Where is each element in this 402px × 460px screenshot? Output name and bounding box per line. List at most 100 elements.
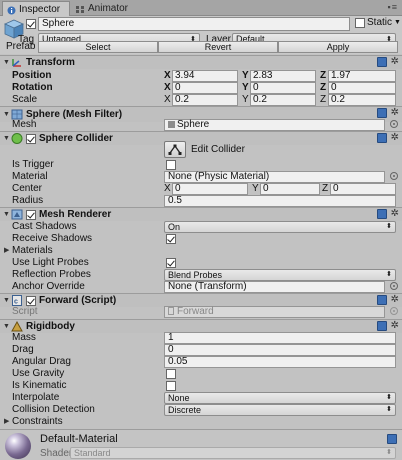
rigidbody-header[interactable]: ▼ Rigidbody ✲: [0, 319, 402, 333]
collision-detection-dropdown[interactable]: Discrete ⬍: [164, 404, 396, 416]
rotation-z-field[interactable]: 0: [328, 82, 396, 94]
material-panel: Default-Material Shader Standard ⬍: [0, 429, 402, 460]
scale-z-field[interactable]: 0.2: [328, 94, 396, 106]
name-field[interactable]: Sphere: [38, 17, 350, 31]
receive-shadows-checkbox[interactable]: [166, 234, 176, 244]
axis-z-label[interactable]: Z: [320, 70, 326, 82]
radius-field[interactable]: 0.5: [164, 195, 396, 207]
axis-y-label[interactable]: Y: [242, 82, 249, 94]
axis-x-label[interactable]: X: [164, 94, 171, 106]
script-header[interactable]: ▼ c Forward (Script) ✲: [0, 293, 402, 307]
edit-collider-button[interactable]: [164, 141, 186, 158]
anchor-override-field[interactable]: None (Transform): [164, 281, 385, 293]
script-enabled-checkbox[interactable]: [26, 295, 36, 306]
chevron-down-icon: ⬍: [386, 406, 392, 413]
fold-right-icon[interactable]: ▶: [4, 245, 12, 257]
object-picker-icon[interactable]: [390, 282, 398, 290]
angular-drag-field[interactable]: 0.05: [164, 356, 396, 368]
position-y-field[interactable]: 2.83: [250, 70, 316, 82]
position-x-field[interactable]: 3.94: [172, 70, 238, 82]
rigidbody-title: Rigidbody: [26, 321, 75, 332]
fold-arrow-icon[interactable]: ▼: [3, 297, 11, 304]
gear-icon[interactable]: ✲: [391, 321, 399, 331]
prefab-apply-button[interactable]: Apply: [278, 41, 398, 53]
mesh-field[interactable]: Sphere: [164, 119, 385, 131]
use-light-probes-checkbox[interactable]: [166, 258, 176, 268]
help-book-icon[interactable]: [376, 321, 387, 331]
rotation-y-field[interactable]: 0: [250, 82, 316, 94]
reflection-probes-value: Blend Probes: [168, 270, 223, 280]
drag-label: Drag: [12, 344, 34, 355]
fold-arrow-icon[interactable]: ▼: [3, 111, 11, 118]
gear-icon[interactable]: ✲: [391, 108, 399, 118]
position-row: Position X 3.94 Y 2.83 Z 1.97: [0, 70, 402, 82]
rotation-x-field[interactable]: 0: [172, 82, 238, 94]
use-gravity-checkbox[interactable]: [166, 369, 176, 379]
center-y-field[interactable]: 0: [260, 183, 320, 195]
angular-drag-label: Angular Drag: [12, 356, 71, 367]
gear-icon[interactable]: ✲: [391, 57, 399, 67]
cast-shadows-dropdown[interactable]: On ⬍: [164, 221, 396, 233]
mass-label: Mass: [12, 332, 36, 343]
axis-x-label[interactable]: X: [164, 183, 171, 195]
prefab-revert-button[interactable]: Revert: [158, 41, 278, 53]
axis-y-label[interactable]: Y: [242, 94, 249, 106]
fold-right-icon[interactable]: ▶: [4, 416, 12, 428]
use-light-probes-label: Use Light Probes: [12, 257, 89, 268]
panel-menu-icon[interactable]: ▪≡: [388, 2, 398, 12]
tab-animator[interactable]: Animator: [72, 1, 134, 16]
help-book-icon[interactable]: [376, 295, 387, 305]
mass-field[interactable]: 1: [164, 332, 396, 344]
axis-x-label[interactable]: X: [164, 70, 171, 82]
mesh-label: Mesh: [12, 119, 37, 130]
help-book-icon[interactable]: [376, 108, 387, 118]
transform-header[interactable]: ▼ Transform ✲: [0, 55, 402, 69]
mesh-renderer-header[interactable]: ▼ Mesh Renderer ✲: [0, 207, 402, 221]
script-label: Script: [12, 306, 38, 317]
static-checkbox[interactable]: [355, 17, 365, 28]
gear-icon[interactable]: ✲: [391, 295, 399, 305]
reflection-probes-dropdown[interactable]: Blend Probes ⬍: [164, 269, 396, 281]
collision-detection-value: Discrete: [168, 405, 202, 415]
materials-row[interactable]: ▶ Materials: [0, 245, 402, 257]
axis-y-label[interactable]: Y: [242, 70, 249, 82]
fold-arrow-icon[interactable]: ▼: [3, 59, 11, 66]
edit-collider-label: Edit Collider: [191, 144, 245, 155]
static-toggle[interactable]: Static ▼: [355, 17, 401, 28]
gear-icon[interactable]: ✲: [391, 209, 399, 219]
fold-arrow-icon[interactable]: ▼: [3, 211, 11, 218]
help-book-icon[interactable]: [376, 57, 387, 67]
is-trigger-checkbox[interactable]: [166, 160, 176, 170]
shader-dropdown[interactable]: Standard ⬍: [70, 447, 396, 459]
axis-z-label[interactable]: Z: [320, 82, 326, 94]
script-title: Forward (Script): [39, 295, 117, 306]
active-checkbox[interactable]: [26, 19, 36, 29]
collider-material-field[interactable]: None (Physic Material): [164, 171, 385, 183]
constraints-row[interactable]: ▶ Constraints: [0, 416, 402, 428]
is-kinematic-checkbox[interactable]: [166, 381, 176, 391]
center-z-field[interactable]: 0: [330, 183, 396, 195]
fold-arrow-icon[interactable]: ▼: [3, 323, 11, 330]
axis-x-label[interactable]: X: [164, 82, 171, 94]
axis-z-label[interactable]: Z: [322, 183, 328, 195]
static-dropdown-icon[interactable]: ▼: [394, 19, 401, 26]
renderer-enabled-checkbox[interactable]: [26, 209, 36, 220]
prefab-select-button[interactable]: Select: [38, 41, 158, 53]
axis-z-label[interactable]: Z: [320, 94, 326, 106]
prefab-row: Prefab Select Revert Apply: [0, 41, 402, 53]
interpolate-label: Interpolate: [12, 392, 60, 403]
help-book-icon[interactable]: [376, 209, 387, 219]
object-picker-icon[interactable]: [390, 120, 398, 128]
interpolate-dropdown[interactable]: None ⬍: [164, 392, 396, 404]
scale-x-field[interactable]: 0.2: [172, 94, 238, 106]
center-x-field[interactable]: 0: [172, 183, 248, 195]
axis-y-label[interactable]: Y: [252, 183, 259, 195]
position-z-field[interactable]: 1.97: [328, 70, 396, 82]
is-kinematic-row: Is Kinematic: [0, 380, 402, 392]
object-picker-icon[interactable]: [390, 172, 398, 180]
chevron-down-icon: ⬍: [386, 394, 392, 401]
help-book-icon[interactable]: [387, 434, 397, 444]
tab-inspector[interactable]: Inspector: [2, 1, 70, 16]
scale-y-field[interactable]: 0.2: [250, 94, 316, 106]
drag-field[interactable]: 0: [164, 344, 396, 356]
